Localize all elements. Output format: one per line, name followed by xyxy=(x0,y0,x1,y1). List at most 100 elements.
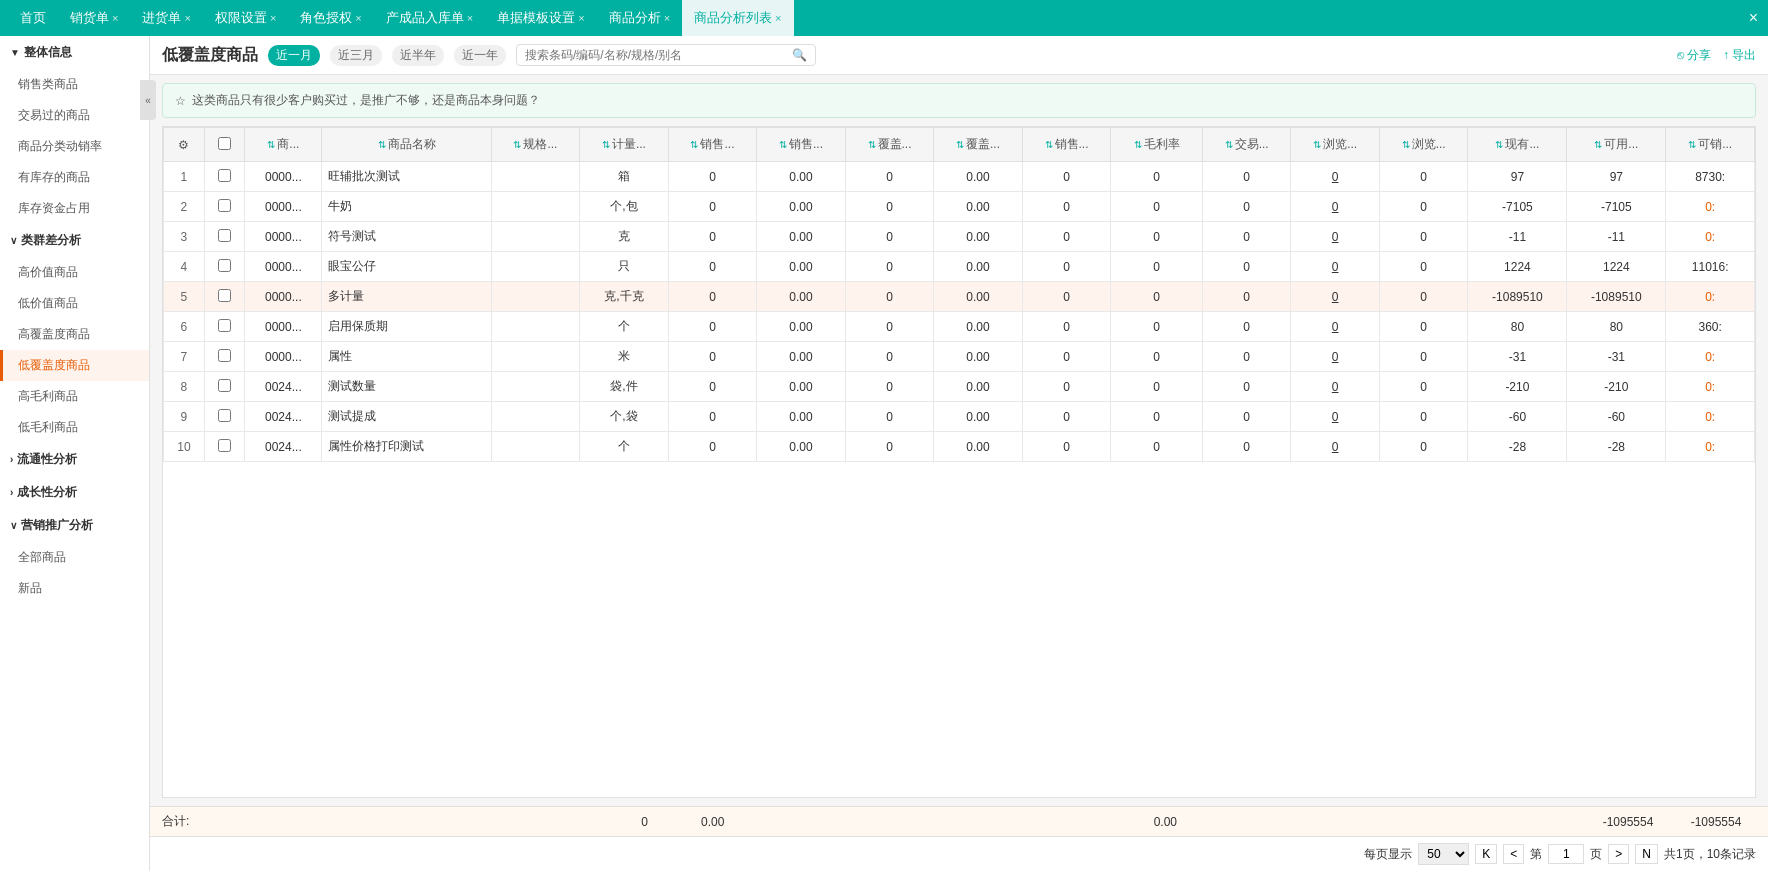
row-gross-rate: 0 xyxy=(1111,342,1203,372)
col-trans-count[interactable]: ⇅交易... xyxy=(1202,128,1291,162)
nav-goods-analysis-list-close[interactable]: × xyxy=(775,12,781,24)
sidebar-section-circulation[interactable]: › 流通性分析 xyxy=(0,443,149,476)
col-sales-amt[interactable]: ⇅销售... xyxy=(757,128,846,162)
col-sale-stock[interactable]: ⇅可销... xyxy=(1666,128,1755,162)
row-current-stock: -210 xyxy=(1468,372,1567,402)
row-avail-stock: -28 xyxy=(1567,432,1666,462)
nav-home[interactable]: 首页 xyxy=(8,0,58,36)
nav-goods-analysis-list[interactable]: 商品分析列表 × xyxy=(682,0,793,36)
col-unit[interactable]: ⇅计量... xyxy=(580,128,669,162)
export-icon: ↑ xyxy=(1723,48,1729,62)
select-all-checkbox[interactable] xyxy=(218,137,231,150)
sidebar-item-low-value[interactable]: 低价值商品 xyxy=(0,288,149,319)
nav-role-close[interactable]: × xyxy=(355,12,361,24)
col-checkbox[interactable] xyxy=(204,128,244,162)
period-btn-3month[interactable]: 近三月 xyxy=(330,45,382,66)
sidebar-item-high-margin[interactable]: 高毛利商品 xyxy=(0,381,149,412)
row-unit: 个,包 xyxy=(580,192,669,222)
row-checkbox[interactable] xyxy=(204,402,244,432)
nav-template[interactable]: 单据模板设置 × xyxy=(485,0,596,36)
share-button[interactable]: ⎋ 分享 xyxy=(1677,47,1711,64)
last-page-button[interactable]: N xyxy=(1635,844,1658,864)
nav-sales[interactable]: 销货单 × xyxy=(58,0,130,36)
row-checkbox[interactable] xyxy=(204,192,244,222)
sidebar-item-high-coverage[interactable]: 高覆盖度商品 xyxy=(0,319,149,350)
col-name[interactable]: ⇅商品名称 xyxy=(322,128,491,162)
col-sales-qty[interactable]: ⇅销售... xyxy=(668,128,757,162)
col-spec[interactable]: ⇅规格... xyxy=(491,128,580,162)
nav-purchase-close[interactable]: × xyxy=(184,12,190,24)
sidebar-section-marketing[interactable]: ∨ 营销推广分析 xyxy=(0,509,149,542)
page-input[interactable] xyxy=(1548,844,1584,864)
period-btn-halfyear[interactable]: 近半年 xyxy=(392,45,444,66)
col-cover-rate[interactable]: ⇅覆盖... xyxy=(934,128,1023,162)
col-code[interactable]: ⇅商... xyxy=(245,128,322,162)
row-sales-period: 0 xyxy=(1022,192,1111,222)
sidebar-item-stock-capital[interactable]: 库存资金占用 xyxy=(0,193,149,224)
prev-page-button[interactable]: < xyxy=(1503,844,1524,864)
col-settings[interactable]: ⚙ xyxy=(164,128,205,162)
col-sales-period[interactable]: ⇅销售... xyxy=(1022,128,1111,162)
row-num: 9 xyxy=(164,402,205,432)
sidebar-item-traded-goods[interactable]: 交易过的商品 xyxy=(0,100,149,131)
row-checkbox[interactable] xyxy=(204,162,244,192)
window-close-button[interactable]: × xyxy=(1749,9,1758,27)
row-checkbox[interactable] xyxy=(204,342,244,372)
total-sales-amt: 0.00 xyxy=(683,815,743,829)
nav-permission-close[interactable]: × xyxy=(270,12,276,24)
col-avail-stock[interactable]: ⇅可用... xyxy=(1567,128,1666,162)
sidebar-item-low-coverage[interactable]: 低覆盖度商品 xyxy=(0,350,149,381)
nav-sales-close[interactable]: × xyxy=(112,12,118,24)
sidebar-item-stocked-goods[interactable]: 有库存的商品 xyxy=(0,162,149,193)
first-page-button[interactable]: K xyxy=(1475,844,1497,864)
sidebar-section-cluster[interactable]: ∨ 类群差分析 xyxy=(0,224,149,257)
next-page-button[interactable]: > xyxy=(1608,844,1629,864)
page-label: 第 xyxy=(1530,846,1542,863)
row-checkbox[interactable] xyxy=(204,372,244,402)
sidebar-section-overall[interactable]: ▼ 整体信息 xyxy=(0,36,149,69)
row-sales-qty: 0 xyxy=(668,252,757,282)
nav-purchase[interactable]: 进货单 × xyxy=(130,0,202,36)
sidebar-item-sales-goods[interactable]: 销售类商品 xyxy=(0,69,149,100)
nav-role[interactable]: 角色授权 × xyxy=(288,0,373,36)
row-checkbox[interactable] xyxy=(204,312,244,342)
row-sale-stock: 0: xyxy=(1666,372,1755,402)
sidebar-item-high-value[interactable]: 高价值商品 xyxy=(0,257,149,288)
nav-goods-analysis[interactable]: 商品分析 × xyxy=(597,0,682,36)
row-sales-amt: 0.00 xyxy=(757,162,846,192)
row-checkbox[interactable] xyxy=(204,252,244,282)
row-current-stock: -7105 xyxy=(1468,192,1567,222)
search-input[interactable] xyxy=(525,48,788,62)
export-button[interactable]: ↑ 导出 xyxy=(1723,47,1756,64)
row-checkbox[interactable] xyxy=(204,432,244,462)
nav-permission[interactable]: 权限设置 × xyxy=(203,0,288,36)
row-sale-stock: 11016: xyxy=(1666,252,1755,282)
nav-template-close[interactable]: × xyxy=(578,12,584,24)
col-browse-count[interactable]: ⇅浏览... xyxy=(1291,128,1380,162)
sidebar-item-low-margin[interactable]: 低毛利商品 xyxy=(0,412,149,443)
nav-product-inbound-close[interactable]: × xyxy=(467,12,473,24)
search-box[interactable]: 🔍 xyxy=(516,44,816,66)
col-gross-rate[interactable]: ⇅毛利率 xyxy=(1111,128,1203,162)
row-checkbox[interactable] xyxy=(204,282,244,312)
sidebar-item-category-rate[interactable]: 商品分类动销率 xyxy=(0,131,149,162)
col-browse-rate[interactable]: ⇅浏览... xyxy=(1379,128,1468,162)
main-layout: ▼ 整体信息 销售类商品 交易过的商品 商品分类动销率 有库存的商品 库存资金占… xyxy=(0,36,1768,871)
nav-goods-analysis-close[interactable]: × xyxy=(664,12,670,24)
row-checkbox[interactable] xyxy=(204,222,244,252)
sidebar-collapse-button[interactable]: « xyxy=(140,80,156,120)
sidebar-item-all-goods[interactable]: 全部商品 xyxy=(0,542,149,573)
row-code: 0000... xyxy=(245,162,322,192)
col-cover-amt[interactable]: ⇅覆盖... xyxy=(845,128,934,162)
sidebar-item-new-goods[interactable]: 新品 xyxy=(0,573,149,604)
row-spec xyxy=(491,312,580,342)
row-current-stock: 97 xyxy=(1468,162,1567,192)
sidebar-section-growth[interactable]: › 成长性分析 xyxy=(0,476,149,509)
per-page-select[interactable]: 50 20 100 200 xyxy=(1418,843,1469,865)
period-btn-1month[interactable]: 近一月 xyxy=(268,45,320,66)
nav-product-inbound[interactable]: 产成品入库单 × xyxy=(374,0,485,36)
row-name: 符号测试 xyxy=(322,222,491,252)
col-current-stock[interactable]: ⇅现有... xyxy=(1468,128,1567,162)
period-btn-1year[interactable]: 近一年 xyxy=(454,45,506,66)
table-row: 3 0000... 符号测试 克 0 0.00 0 0.00 0 0 0 0 0… xyxy=(164,222,1755,252)
